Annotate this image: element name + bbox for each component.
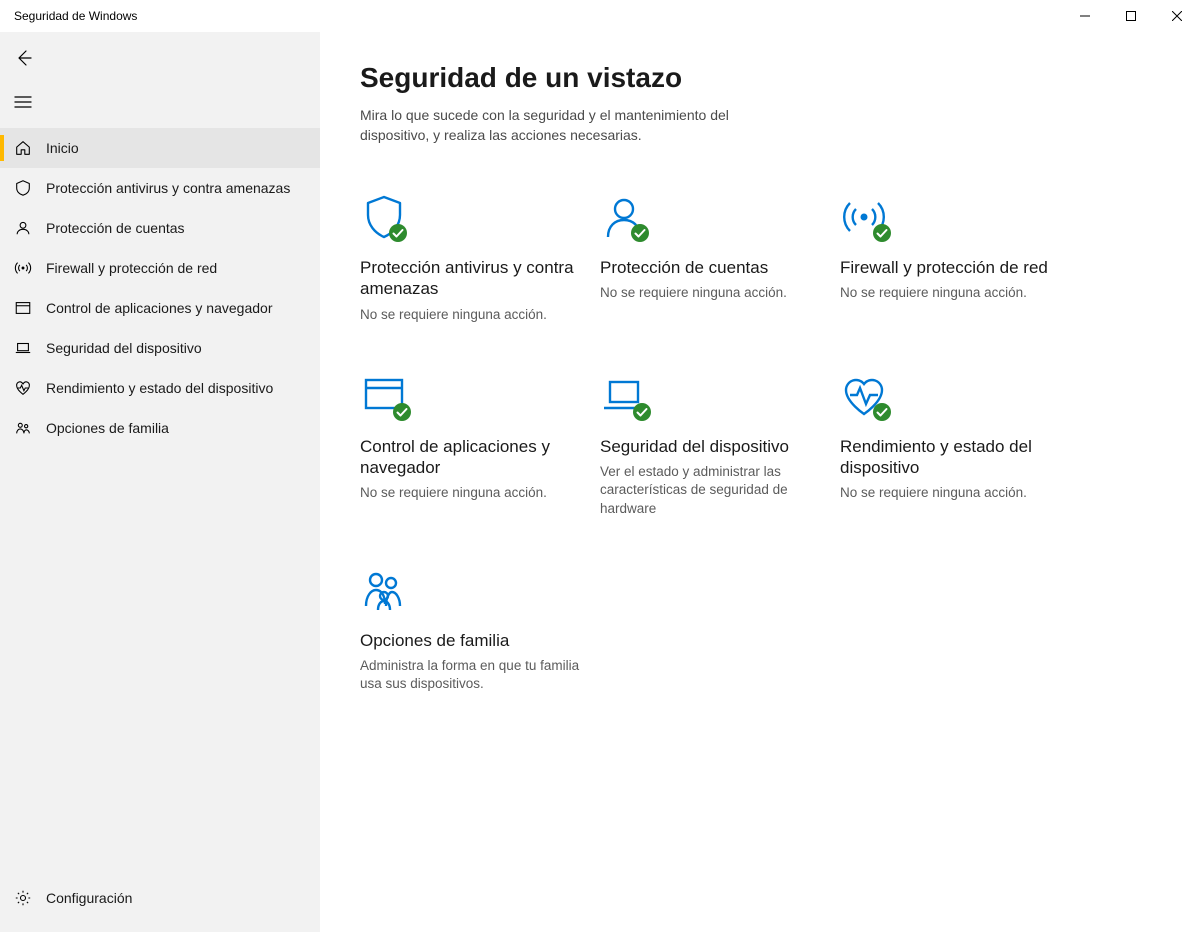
nav-label: Opciones de familia — [46, 420, 169, 436]
nav-list: Inicio Protección antivirus y contra ame… — [0, 128, 320, 870]
nav-item-firewall[interactable]: Firewall y protección de red — [0, 248, 320, 288]
nav-label: Seguridad del dispositivo — [46, 340, 202, 356]
close-icon — [1172, 11, 1182, 21]
maximize-icon — [1126, 11, 1136, 21]
nav-label: Firewall y protección de red — [46, 260, 217, 276]
tile-family[interactable]: Opciones de familia Administra la forma … — [360, 558, 580, 694]
nav-item-family[interactable]: Opciones de familia — [0, 408, 320, 448]
minimize-icon — [1080, 11, 1090, 21]
window-icon — [14, 299, 46, 317]
shield-icon — [14, 179, 46, 197]
tile-desc: No se requiere ninguna acción. — [360, 484, 580, 502]
tile-account-protection[interactable]: Protección de cuentas No se requiere nin… — [600, 185, 820, 324]
nav-label: Protección antivirus y contra amenazas — [46, 180, 290, 196]
gear-icon — [14, 889, 46, 907]
tile-title: Seguridad del dispositivo — [600, 436, 820, 457]
close-button[interactable] — [1154, 0, 1200, 32]
family-icon — [14, 419, 46, 437]
nav-label: Rendimiento y estado del dispositivo — [46, 380, 273, 396]
tile-performance[interactable]: Rendimiento y estado del dispositivo No … — [840, 364, 1060, 518]
nav-item-settings[interactable]: Configuración — [0, 878, 320, 918]
nav-label: Inicio — [46, 140, 79, 156]
main-content: Seguridad de un vistazo Mira lo que suce… — [320, 32, 1200, 932]
tile-desc: No se requiere ninguna acción. — [840, 484, 1060, 502]
sidebar: Inicio Protección antivirus y contra ame… — [0, 32, 320, 932]
title-bar: Seguridad de Windows — [0, 0, 1200, 32]
tile-desc: No se requiere ninguna acción. — [360, 306, 580, 324]
family-icon — [360, 566, 408, 614]
checkmark-badge-icon — [630, 223, 650, 243]
maximize-button[interactable] — [1108, 0, 1154, 32]
tile-app-browser[interactable]: Control de aplicaciones y navegador No s… — [360, 364, 580, 518]
tile-title: Firewall y protección de red — [840, 257, 1060, 278]
checkmark-badge-icon — [388, 223, 408, 243]
tile-title: Protección de cuentas — [600, 257, 820, 278]
tile-grid: Protección antivirus y contra amenazas N… — [360, 185, 1160, 693]
tile-desc: Ver el estado y administrar las caracter… — [600, 463, 820, 518]
tile-title: Protección antivirus y contra amenazas — [360, 257, 580, 300]
laptop-icon — [14, 339, 46, 357]
nav-label: Configuración — [46, 890, 132, 906]
checkmark-badge-icon — [392, 402, 412, 422]
tile-firewall[interactable]: Firewall y protección de red No se requi… — [840, 185, 1060, 324]
nav-item-home[interactable]: Inicio — [0, 128, 320, 168]
broadcast-icon — [14, 259, 46, 277]
nav-label: Protección de cuentas — [46, 220, 185, 236]
tile-desc: Administra la forma en que tu familia us… — [360, 657, 580, 693]
back-button[interactable] — [10, 40, 50, 76]
back-arrow-icon — [14, 48, 34, 68]
tile-title: Rendimiento y estado del dispositivo — [840, 436, 1060, 479]
checkmark-badge-icon — [632, 402, 652, 422]
minimize-button[interactable] — [1062, 0, 1108, 32]
person-icon — [14, 219, 46, 237]
hamburger-icon — [14, 93, 32, 111]
tile-device-security[interactable]: Seguridad del dispositivo Ver el estado … — [600, 364, 820, 518]
nav-item-virus[interactable]: Protección antivirus y contra amenazas — [0, 168, 320, 208]
tile-desc: No se requiere ninguna acción. — [840, 284, 1060, 302]
nav-item-account[interactable]: Protección de cuentas — [0, 208, 320, 248]
tile-desc: No se requiere ninguna acción. — [600, 284, 820, 302]
tile-title: Control de aplicaciones y navegador — [360, 436, 580, 479]
page-subtitle: Mira lo que sucede con la seguridad y el… — [360, 106, 800, 145]
nav-item-performance[interactable]: Rendimiento y estado del dispositivo — [0, 368, 320, 408]
tile-virus-protection[interactable]: Protección antivirus y contra amenazas N… — [360, 185, 580, 324]
window-title: Seguridad de Windows — [0, 9, 137, 23]
hamburger-button[interactable] — [10, 84, 50, 120]
heart-pulse-icon — [14, 379, 46, 397]
checkmark-badge-icon — [872, 223, 892, 243]
tile-title: Opciones de familia — [360, 630, 580, 651]
checkmark-badge-icon — [872, 402, 892, 422]
nav-label: Control de aplicaciones y navegador — [46, 300, 272, 316]
nav-item-device-security[interactable]: Seguridad del dispositivo — [0, 328, 320, 368]
home-icon — [14, 139, 46, 157]
page-title: Seguridad de un vistazo — [360, 62, 1160, 94]
nav-item-app-browser[interactable]: Control de aplicaciones y navegador — [0, 288, 320, 328]
